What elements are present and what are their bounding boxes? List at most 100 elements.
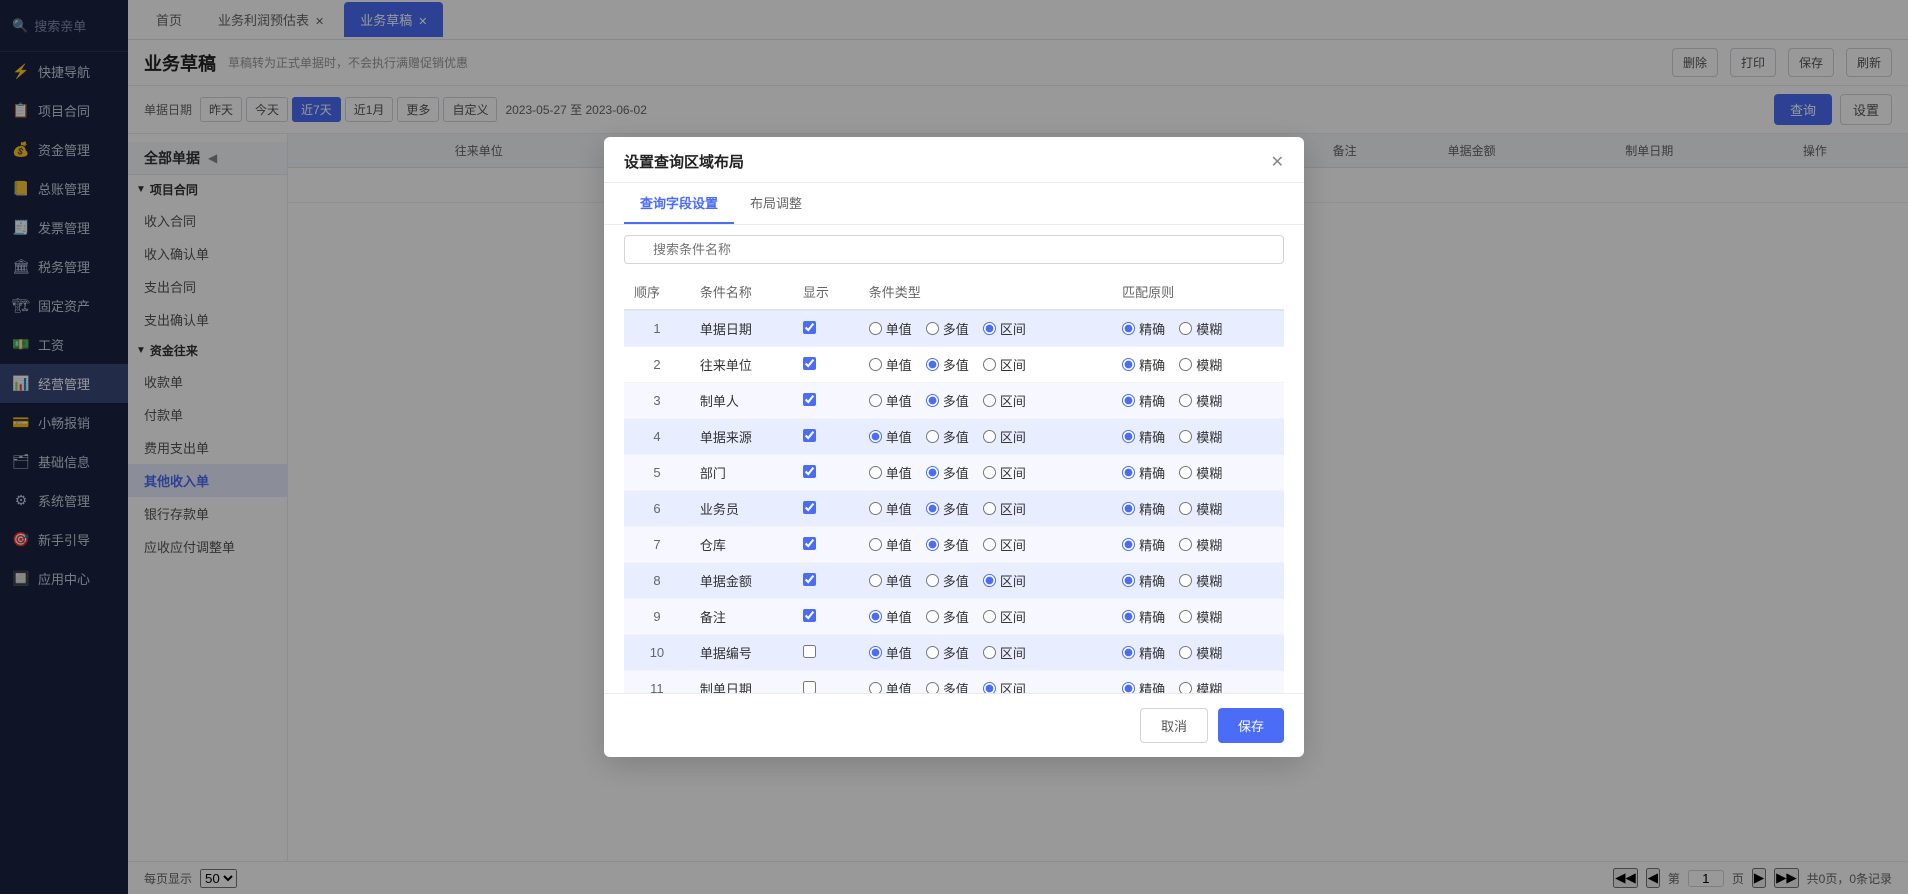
radio-type-区间-9[interactable]: 区间 bbox=[983, 643, 1026, 662]
row-check-9[interactable] bbox=[793, 635, 859, 671]
checkbox-7[interactable] bbox=[803, 573, 816, 586]
dialog-save-button[interactable]: 保存 bbox=[1218, 708, 1284, 743]
dialog-close-button[interactable]: ✕ bbox=[1271, 152, 1284, 172]
radio-type-区间-6[interactable]: 区间 bbox=[983, 535, 1026, 554]
radio-type-单值-7[interactable]: 单值 bbox=[869, 571, 912, 590]
dialog-search-input[interactable] bbox=[624, 235, 1284, 264]
radio-type-单值-5[interactable]: 单值 bbox=[869, 499, 912, 518]
row-match-1[interactable]: 精确模糊 bbox=[1112, 347, 1284, 383]
radio-type-区间-1[interactable]: 区间 bbox=[983, 355, 1026, 374]
row-check-4[interactable] bbox=[793, 455, 859, 491]
row-check-3[interactable] bbox=[793, 419, 859, 455]
checkbox-1[interactable] bbox=[803, 357, 816, 370]
radio-type-区间-4[interactable]: 区间 bbox=[983, 463, 1026, 482]
radio-match-模糊-7[interactable]: 模糊 bbox=[1179, 571, 1222, 590]
radio-type-区间-3[interactable]: 区间 bbox=[983, 427, 1026, 446]
checkbox-10[interactable] bbox=[803, 681, 816, 694]
radio-match-模糊-1[interactable]: 模糊 bbox=[1179, 355, 1222, 374]
radio-type-单值-10[interactable]: 单值 bbox=[869, 679, 912, 693]
checkbox-0[interactable] bbox=[803, 321, 816, 334]
radio-match-模糊-4[interactable]: 模糊 bbox=[1179, 463, 1222, 482]
row-type-4[interactable]: 单值多值区间 bbox=[859, 455, 1112, 491]
radio-match-模糊-10[interactable]: 模糊 bbox=[1179, 679, 1222, 693]
row-match-8[interactable]: 精确模糊 bbox=[1112, 599, 1284, 635]
cancel-button[interactable]: 取消 bbox=[1140, 708, 1208, 743]
row-type-5[interactable]: 单值多值区间 bbox=[859, 491, 1112, 527]
checkbox-8[interactable] bbox=[803, 609, 816, 622]
radio-type-多值-9[interactable]: 多值 bbox=[926, 643, 969, 662]
radio-match-精确-4[interactable]: 精确 bbox=[1122, 463, 1165, 482]
radio-match-模糊-9[interactable]: 模糊 bbox=[1179, 643, 1222, 662]
radio-match-模糊-0[interactable]: 模糊 bbox=[1179, 319, 1222, 338]
row-check-7[interactable] bbox=[793, 563, 859, 599]
radio-type-区间-0[interactable]: 区间 bbox=[983, 319, 1026, 338]
row-match-10[interactable]: 精确模糊 bbox=[1112, 671, 1284, 694]
radio-type-单值-8[interactable]: 单值 bbox=[869, 607, 912, 626]
row-match-6[interactable]: 精确模糊 bbox=[1112, 527, 1284, 563]
radio-match-精确-8[interactable]: 精确 bbox=[1122, 607, 1165, 626]
radio-type-多值-5[interactable]: 多值 bbox=[926, 499, 969, 518]
radio-type-区间-10[interactable]: 区间 bbox=[983, 679, 1026, 693]
radio-type-多值-3[interactable]: 多值 bbox=[926, 427, 969, 446]
radio-type-多值-4[interactable]: 多值 bbox=[926, 463, 969, 482]
row-match-4[interactable]: 精确模糊 bbox=[1112, 455, 1284, 491]
radio-match-模糊-2[interactable]: 模糊 bbox=[1179, 391, 1222, 410]
row-match-3[interactable]: 精确模糊 bbox=[1112, 419, 1284, 455]
radio-type-多值-8[interactable]: 多值 bbox=[926, 607, 969, 626]
radio-type-单值-1[interactable]: 单值 bbox=[869, 355, 912, 374]
radio-type-多值-1[interactable]: 多值 bbox=[926, 355, 969, 374]
row-type-3[interactable]: 单值多值区间 bbox=[859, 419, 1112, 455]
radio-type-区间-7[interactable]: 区间 bbox=[983, 571, 1026, 590]
radio-type-多值-10[interactable]: 多值 bbox=[926, 679, 969, 693]
radio-match-精确-0[interactable]: 精确 bbox=[1122, 319, 1165, 338]
row-match-5[interactable]: 精确模糊 bbox=[1112, 491, 1284, 527]
row-check-8[interactable] bbox=[793, 599, 859, 635]
row-match-9[interactable]: 精确模糊 bbox=[1112, 635, 1284, 671]
radio-match-模糊-8[interactable]: 模糊 bbox=[1179, 607, 1222, 626]
row-check-6[interactable] bbox=[793, 527, 859, 563]
row-check-2[interactable] bbox=[793, 383, 859, 419]
row-match-7[interactable]: 精确模糊 bbox=[1112, 563, 1284, 599]
row-check-1[interactable] bbox=[793, 347, 859, 383]
radio-match-模糊-5[interactable]: 模糊 bbox=[1179, 499, 1222, 518]
radio-match-精确-3[interactable]: 精确 bbox=[1122, 427, 1165, 446]
row-check-0[interactable] bbox=[793, 310, 859, 347]
row-check-5[interactable] bbox=[793, 491, 859, 527]
row-type-9[interactable]: 单值多值区间 bbox=[859, 635, 1112, 671]
row-type-8[interactable]: 单值多值区间 bbox=[859, 599, 1112, 635]
row-check-10[interactable] bbox=[793, 671, 859, 694]
radio-type-单值-0[interactable]: 单值 bbox=[869, 319, 912, 338]
radio-type-单值-6[interactable]: 单值 bbox=[869, 535, 912, 554]
row-type-0[interactable]: 单值多值区间 bbox=[859, 310, 1112, 347]
radio-type-单值-2[interactable]: 单值 bbox=[869, 391, 912, 410]
row-type-10[interactable]: 单值多值区间 bbox=[859, 671, 1112, 694]
radio-type-单值-9[interactable]: 单值 bbox=[869, 643, 912, 662]
radio-match-精确-1[interactable]: 精确 bbox=[1122, 355, 1165, 374]
radio-type-单值-4[interactable]: 单值 bbox=[869, 463, 912, 482]
radio-match-精确-7[interactable]: 精确 bbox=[1122, 571, 1165, 590]
radio-match-精确-10[interactable]: 精确 bbox=[1122, 679, 1165, 693]
radio-type-单值-3[interactable]: 单值 bbox=[869, 427, 912, 446]
dialog-tab-layout[interactable]: 布局调整 bbox=[734, 183, 818, 224]
checkbox-4[interactable] bbox=[803, 465, 816, 478]
radio-match-精确-2[interactable]: 精确 bbox=[1122, 391, 1165, 410]
radio-match-精确-6[interactable]: 精确 bbox=[1122, 535, 1165, 554]
checkbox-9[interactable] bbox=[803, 645, 816, 658]
radio-match-模糊-3[interactable]: 模糊 bbox=[1179, 427, 1222, 446]
checkbox-2[interactable] bbox=[803, 393, 816, 406]
row-type-1[interactable]: 单值多值区间 bbox=[859, 347, 1112, 383]
radio-type-多值-7[interactable]: 多值 bbox=[926, 571, 969, 590]
radio-match-精确-5[interactable]: 精确 bbox=[1122, 499, 1165, 518]
row-match-0[interactable]: 精确模糊 bbox=[1112, 310, 1284, 347]
row-type-6[interactable]: 单值多值区间 bbox=[859, 527, 1112, 563]
row-type-2[interactable]: 单值多值区间 bbox=[859, 383, 1112, 419]
dialog-tab-fields[interactable]: 查询字段设置 bbox=[624, 183, 734, 224]
checkbox-6[interactable] bbox=[803, 537, 816, 550]
checkbox-3[interactable] bbox=[803, 429, 816, 442]
radio-type-区间-5[interactable]: 区间 bbox=[983, 499, 1026, 518]
radio-type-多值-2[interactable]: 多值 bbox=[926, 391, 969, 410]
radio-type-区间-8[interactable]: 区间 bbox=[983, 607, 1026, 626]
radio-type-区间-2[interactable]: 区间 bbox=[983, 391, 1026, 410]
radio-type-多值-6[interactable]: 多值 bbox=[926, 535, 969, 554]
radio-match-精确-9[interactable]: 精确 bbox=[1122, 643, 1165, 662]
